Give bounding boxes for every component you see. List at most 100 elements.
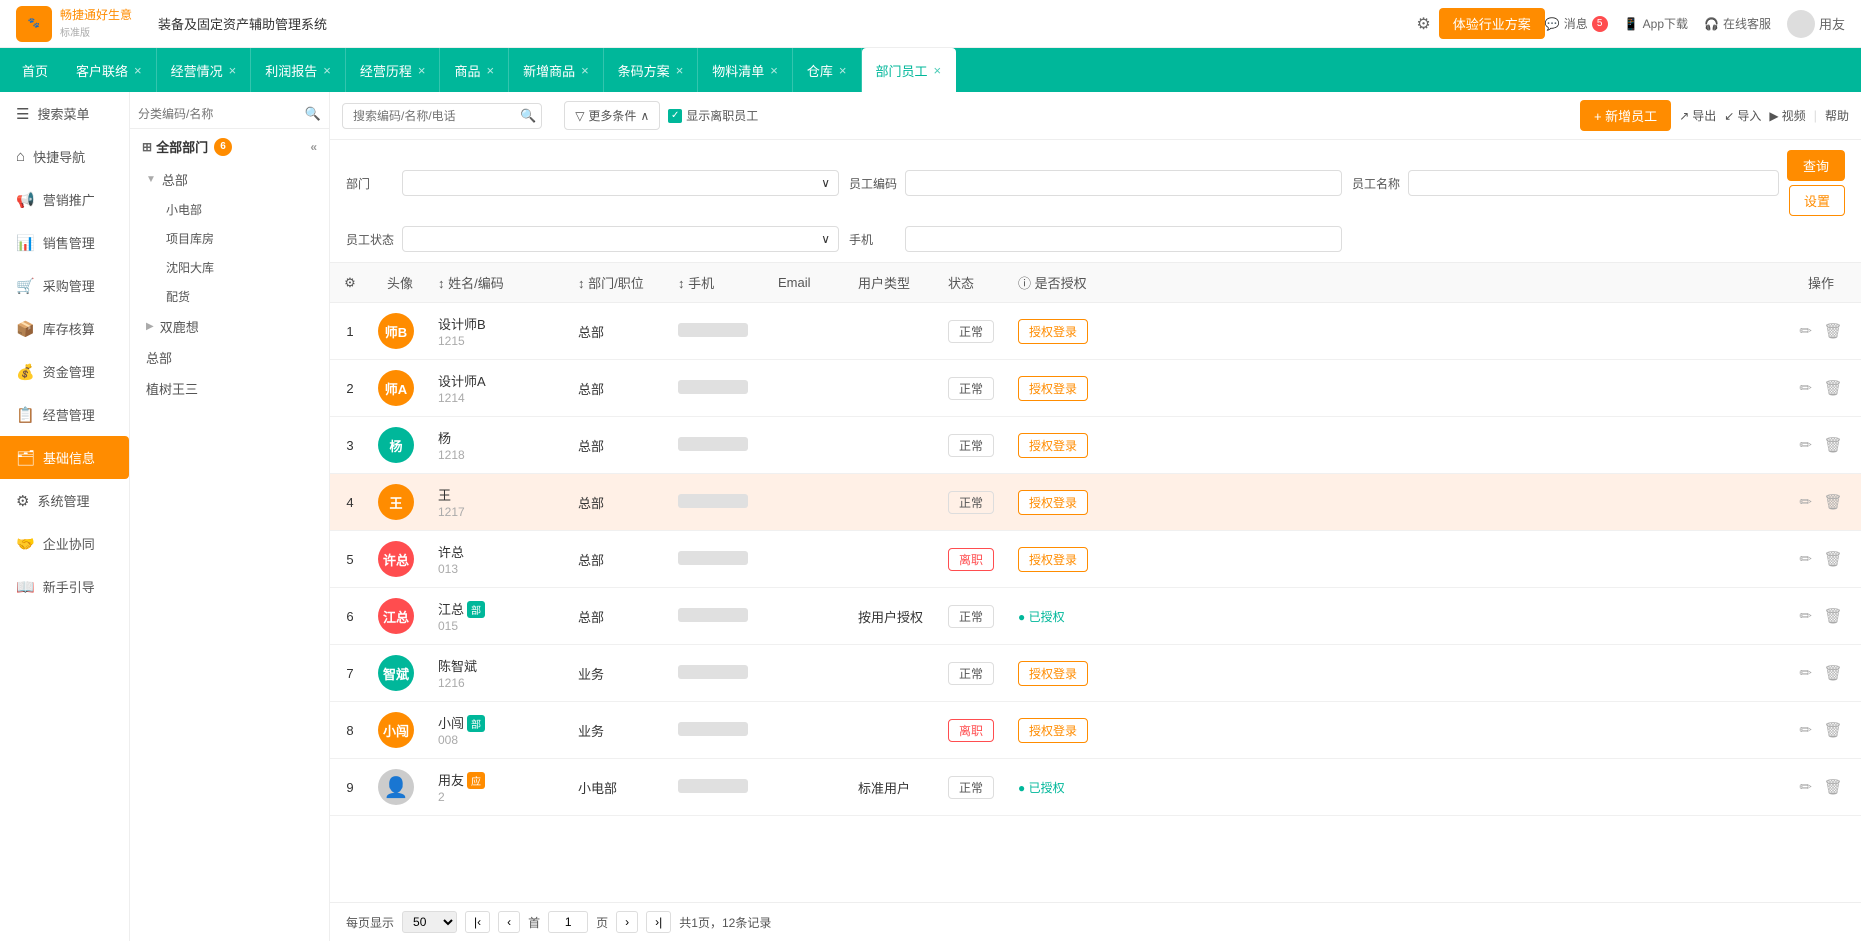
delete-button[interactable]: 🗑 [1820,605,1847,627]
app-download-button[interactable]: 📱 App下载 [1624,15,1688,32]
sidebar-item-shortcut[interactable]: ⌂ 快捷导航 [0,135,129,178]
delete-button[interactable]: 🗑 [1820,320,1847,342]
message-button[interactable]: 💬 消息 5 [1545,15,1608,32]
sidebar-item-inventory[interactable]: 📦 库存核算 [0,307,129,350]
sidebar-item-purchase[interactable]: 🛒 采购管理 [0,264,129,307]
th-dept[interactable]: ↕ 部门/职位 [570,263,670,303]
nav-tab-bom[interactable]: 物料清单 × [698,48,793,92]
edit-button[interactable]: ✏ [1795,377,1816,399]
phone-filter-input[interactable] [905,226,1342,252]
sidebar-item-collab[interactable]: 🤝 企业协同 [0,522,129,565]
sidebar-item-marketing[interactable]: 📢 营销推广 [0,178,129,221]
empcode-filter-input[interactable] [905,170,1342,196]
close-icon[interactable]: × [134,63,142,78]
sidebar-item-guide[interactable]: 📖 新手引导 [0,565,129,608]
show-resigned-toggle[interactable]: ✓ 显示离职员工 [668,107,758,124]
per-page-select[interactable]: 50 100 [402,911,457,933]
sidebar-item-basic[interactable]: 🗂 基础信息 [0,436,129,479]
auth-login-button[interactable]: 授权登录 [1018,376,1088,401]
nav-tab-profit[interactable]: 利润报告 × [251,48,346,92]
sidebar-item-sales[interactable]: 📊 销售管理 [0,221,129,264]
delete-button[interactable]: 🗑 [1820,548,1847,570]
edit-button[interactable]: ✏ [1795,719,1816,741]
dept-collapse-button[interactable]: « [310,140,317,154]
dept-tree-item-zonbu2[interactable]: 总部 [130,342,329,373]
user-area[interactable]: 用友 [1787,10,1845,38]
filter-more-button[interactable]: ▽ 更多条件 ∧ [564,101,660,130]
page-number-input[interactable] [548,911,588,933]
delete-button[interactable]: 🗑 [1820,776,1847,798]
auth-login-button[interactable]: 授权登录 [1018,319,1088,344]
delete-button[interactable]: 🗑 [1820,662,1847,684]
next-page-button[interactable]: › [616,911,638,933]
dept-tree-item-shuangluxiang[interactable]: ▶ 双鹿想 [130,311,329,342]
edit-button[interactable]: ✏ [1795,662,1816,684]
close-icon[interactable]: × [676,63,684,78]
nav-tab-employee[interactable]: 部门员工 × [862,48,957,92]
last-page-button[interactable]: ›| [646,911,671,933]
edit-button[interactable]: ✏ [1795,491,1816,513]
import-button[interactable]: ↙ 导入 [1724,107,1761,124]
close-icon[interactable]: × [934,63,942,78]
empname-filter-input[interactable] [1408,170,1779,196]
dept-tree-item-zhishu[interactable]: 植树王三 [130,373,329,404]
nav-tab-warehouse[interactable]: 仓库 × [793,48,862,92]
close-icon[interactable]: × [581,63,589,78]
delete-button[interactable]: 🗑 [1820,719,1847,741]
add-employee-button[interactable]: + 新增员工 [1580,100,1671,131]
dept-filter-select[interactable]: ∨ [402,170,839,196]
auth-login-button[interactable]: 授权登录 [1018,433,1088,458]
auth-login-button[interactable]: 授权登录 [1018,718,1088,743]
edit-button[interactable]: ✏ [1795,434,1816,456]
sidebar-item-management[interactable]: 📋 经营管理 [0,393,129,436]
first-page-button[interactable]: |‹ [465,911,490,933]
edit-button[interactable]: ✏ [1795,320,1816,342]
reset-button[interactable]: 设置 [1789,185,1845,216]
th-settings[interactable]: ⚙ [330,263,370,303]
dept-tree-item-xiangmu[interactable]: 项目库房 [130,224,329,253]
delete-button[interactable]: 🗑 [1820,434,1847,456]
close-icon[interactable]: × [418,63,426,78]
edit-button[interactable]: ✏ [1795,776,1816,798]
close-icon[interactable]: × [229,63,237,78]
sidebar-item-search[interactable]: ☰ 搜索菜单 [0,92,129,135]
delete-button[interactable]: 🗑 [1820,491,1847,513]
edit-button[interactable]: ✏ [1795,605,1816,627]
delete-button[interactable]: 🗑 [1820,377,1847,399]
dept-tree-item-shenyang[interactable]: 沈阳大库 [130,253,329,282]
dept-search-input[interactable] [138,107,305,121]
nav-tab-operation[interactable]: 经营情况 × [157,48,252,92]
gear-icon[interactable]: ⚙ [1416,14,1430,34]
nav-tab-barcode[interactable]: 条码方案 × [604,48,699,92]
auth-login-button[interactable]: 授权登录 [1018,661,1088,686]
nav-tab-customer[interactable]: 客户联络 × [62,48,157,92]
close-icon[interactable]: × [323,63,331,78]
close-icon[interactable]: × [486,63,494,78]
help-button[interactable]: 帮助 [1825,107,1849,124]
empcode-filter-label: 员工编码 [849,175,897,192]
export-button[interactable]: ↗ 导出 [1679,107,1716,124]
sidebar-item-finance[interactable]: 💰 资金管理 [0,350,129,393]
service-button[interactable]: 🎧 在线客服 [1704,15,1771,32]
prev-page-button[interactable]: ‹ [498,911,520,933]
query-button[interactable]: 查询 [1787,150,1845,181]
edit-button[interactable]: ✏ [1795,548,1816,570]
nav-tab-goods[interactable]: 商品 × [440,48,509,92]
search-input[interactable] [342,103,542,129]
auth-login-button[interactable]: 授权登录 [1018,490,1088,515]
close-icon[interactable]: × [770,63,778,78]
status-filter-select[interactable]: ∨ [402,226,839,252]
nav-tab-history[interactable]: 经营历程 × [346,48,441,92]
th-name[interactable]: ↕ 姓名/编码 [430,263,570,303]
dept-tree-item-peihuo[interactable]: 配货 [130,282,329,311]
sidebar-item-system[interactable]: ⚙ 系统管理 [0,479,129,522]
nav-tab-new-goods[interactable]: 新增商品 × [509,48,604,92]
close-icon[interactable]: × [839,63,847,78]
nav-home-tab[interactable]: 首页 [8,61,62,80]
trial-button[interactable]: 体验行业方案 [1439,8,1545,39]
view-button[interactable]: ▶ 视频 [1769,107,1805,124]
th-phone[interactable]: ↕ 手机 [670,263,770,303]
dept-tree-item-xiaodibu[interactable]: 小电部 [130,195,329,224]
auth-login-button[interactable]: 授权登录 [1018,547,1088,572]
dept-tree-item-zonbu[interactable]: ▼ 总部 [130,164,329,195]
